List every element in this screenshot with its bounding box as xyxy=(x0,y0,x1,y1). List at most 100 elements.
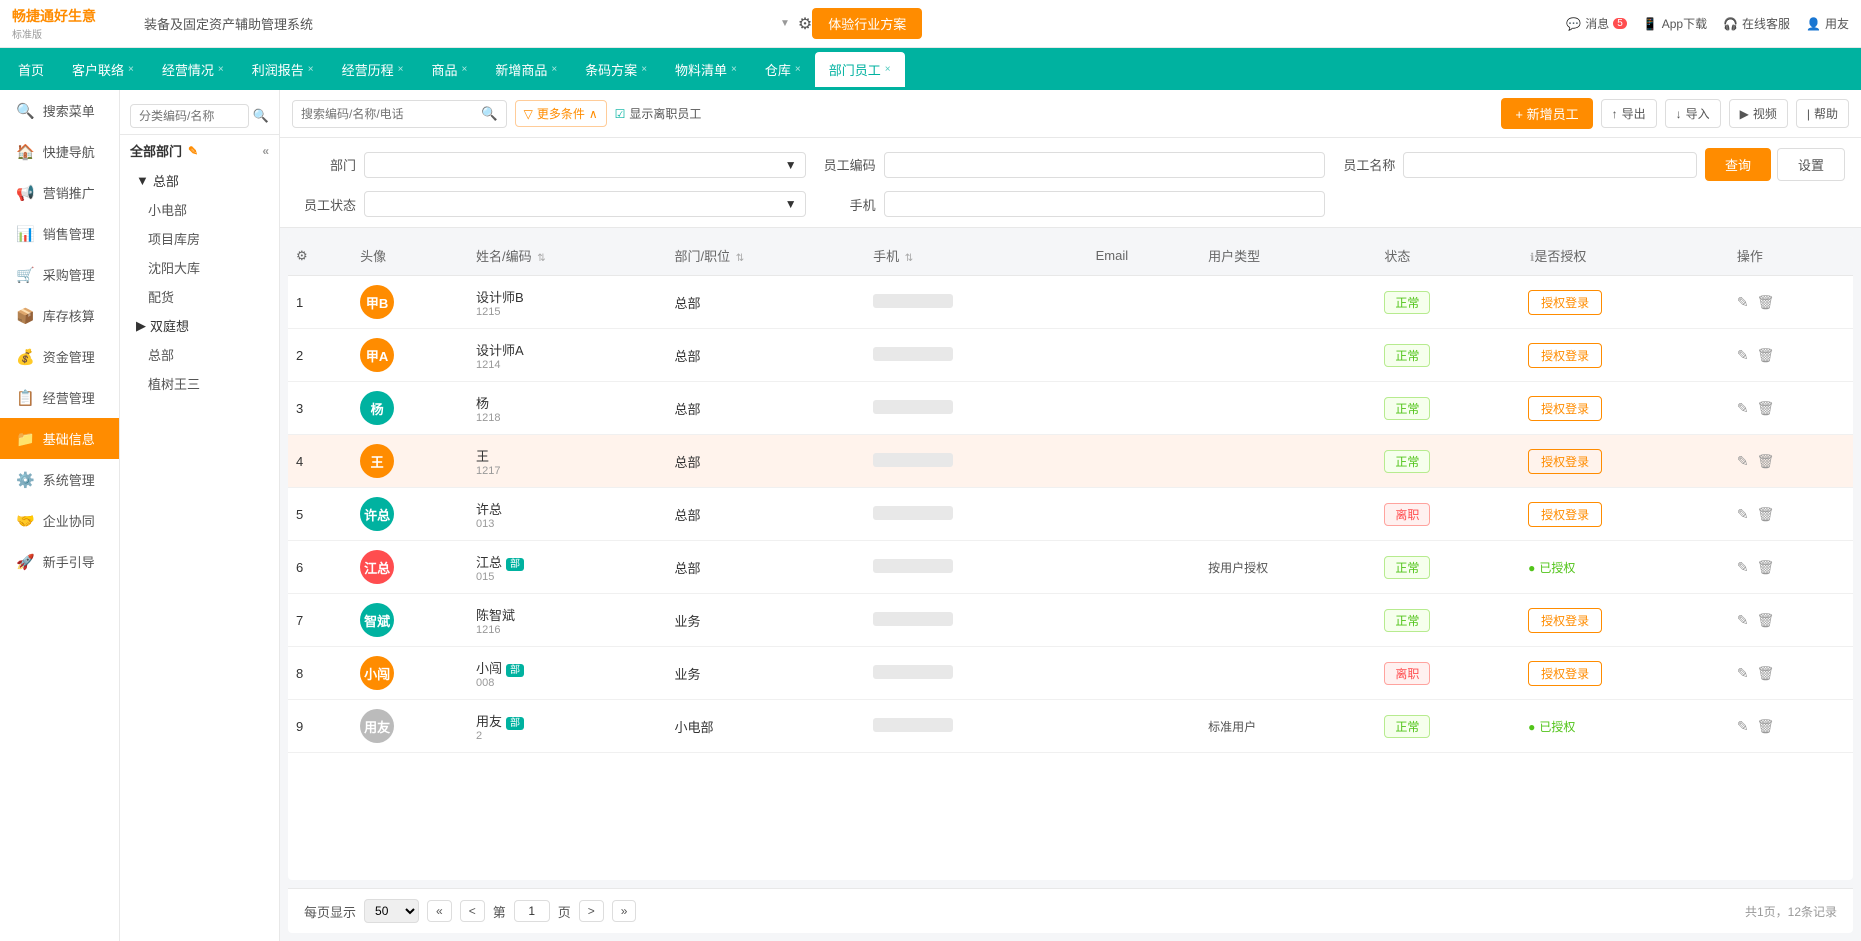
delete-button[interactable]: 🗑 xyxy=(1757,559,1775,576)
tab-operation[interactable]: 经营情况 × xyxy=(148,52,238,87)
tab-history[interactable]: 经营历程 × xyxy=(328,52,418,87)
close-tab-profit[interactable]: × xyxy=(308,64,314,75)
auth-login-button[interactable]: 授权登录 xyxy=(1528,502,1602,527)
tab-profit[interactable]: 利润报告 × xyxy=(238,52,328,87)
edit-button[interactable]: ✎ xyxy=(1737,453,1749,470)
delete-button[interactable]: 🗑 xyxy=(1757,347,1775,364)
sidebar-item-finance[interactable]: 💰 资金管理 xyxy=(0,336,119,377)
filter-name-input[interactable] xyxy=(1403,152,1697,178)
auth-login-button[interactable]: 授权登录 xyxy=(1528,343,1602,368)
sidebar-item-system[interactable]: ⚙️ 系统管理 xyxy=(0,459,119,500)
app-download-action[interactable]: 📱 App下载 xyxy=(1643,15,1707,32)
delete-button[interactable]: 🗑 xyxy=(1757,665,1775,682)
delete-button[interactable]: 🗑 xyxy=(1757,400,1775,417)
filter-phone-input[interactable] xyxy=(884,191,1326,217)
sidebar-item-search[interactable]: 🔍 搜索菜单 xyxy=(0,90,119,131)
delete-button[interactable]: 🗑 xyxy=(1757,453,1775,470)
filter-dept-select[interactable]: ▼ xyxy=(364,152,806,178)
tab-customer[interactable]: 客户联络 × xyxy=(58,52,148,87)
edit-button[interactable]: ✎ xyxy=(1737,294,1749,311)
edit-button[interactable]: ✎ xyxy=(1737,665,1749,682)
settings-button[interactable]: ⚙ xyxy=(798,14,812,34)
auth-login-button[interactable]: 授权登录 xyxy=(1528,290,1602,315)
close-tab-history[interactable]: × xyxy=(398,64,404,75)
tab-warehouse[interactable]: 仓库 × xyxy=(751,52,815,87)
sidebar-item-marketing[interactable]: 📢 营销推广 xyxy=(0,172,119,213)
th-dept-position[interactable]: 部门/职位 ⇅ xyxy=(667,236,866,276)
user-action[interactable]: 👤 用友 xyxy=(1806,15,1849,32)
auth-login-button[interactable]: 授权登录 xyxy=(1528,608,1602,633)
close-tab-dept[interactable]: × xyxy=(885,64,891,75)
show-former-toggle[interactable]: ☑ 显示离职员工 xyxy=(615,105,702,122)
dept-item-zongbu[interactable]: 总部 xyxy=(128,340,279,369)
tab-new-goods[interactable]: 新增商品 × xyxy=(481,52,571,87)
export-button[interactable]: ↑ 导出 xyxy=(1601,99,1657,128)
dept-collapse-icon[interactable]: « xyxy=(262,144,269,158)
filter-code-input[interactable] xyxy=(884,152,1326,178)
edit-button[interactable]: ✎ xyxy=(1737,347,1749,364)
employee-search-input[interactable] xyxy=(293,102,473,126)
auth-login-button[interactable]: 授权登录 xyxy=(1528,661,1602,686)
dept-search-input[interactable] xyxy=(130,104,249,128)
sidebar-item-operations[interactable]: 📋 经营管理 xyxy=(0,377,119,418)
tab-home[interactable]: 首页 xyxy=(4,52,58,87)
dept-item-xiaodianbu[interactable]: 小电部 xyxy=(128,195,279,224)
sidebar-item-basic-info[interactable]: 📁 基础信息 xyxy=(0,418,119,459)
help-button[interactable]: | 帮助 xyxy=(1796,99,1849,128)
first-page-button[interactable]: « xyxy=(427,900,452,922)
sidebar-item-quicknav[interactable]: 🏠 快捷导航 xyxy=(0,131,119,172)
set-button[interactable]: 设置 xyxy=(1777,148,1845,181)
sidebar-item-guide[interactable]: 🚀 新手引导 xyxy=(0,541,119,582)
dept-edit-icon[interactable]: ✎ xyxy=(188,144,198,158)
dept-item-shenyang[interactable]: 沈阳大库 xyxy=(128,253,279,282)
close-tab-warehouse[interactable]: × xyxy=(795,64,801,75)
dept-item-project[interactable]: 项目库房 xyxy=(128,224,279,253)
sidebar-item-sales[interactable]: 📊 销售管理 xyxy=(0,213,119,254)
employee-search-button[interactable]: 🔍 xyxy=(473,101,506,127)
auth-login-button[interactable]: 授权登录 xyxy=(1528,396,1602,421)
tab-bom[interactable]: 物料清单 × xyxy=(661,52,751,87)
edit-button[interactable]: ✎ xyxy=(1737,400,1749,417)
delete-button[interactable]: 🗑 xyxy=(1757,718,1775,735)
import-button[interactable]: ↓ 导入 xyxy=(1665,99,1721,128)
close-tab-operation[interactable]: × xyxy=(218,64,224,75)
edit-button[interactable]: ✎ xyxy=(1737,506,1749,523)
online-service-action[interactable]: 🎧 在线客服 xyxy=(1723,15,1790,32)
message-action[interactable]: 💬 消息 5 xyxy=(1566,15,1627,32)
query-button[interactable]: 查询 xyxy=(1705,148,1771,181)
prev-page-button[interactable]: < xyxy=(460,900,485,922)
close-tab-barcode[interactable]: × xyxy=(641,64,647,75)
sidebar-item-inventory[interactable]: 📦 库存核算 xyxy=(0,295,119,336)
sidebar-item-collab[interactable]: 🤝 企业协同 xyxy=(0,500,119,541)
close-tab-new-goods[interactable]: × xyxy=(551,64,557,75)
dept-item-peihuo[interactable]: 配货 xyxy=(128,282,279,311)
last-page-button[interactable]: » xyxy=(612,900,637,922)
try-industry-button[interactable]: 体验行业方案 xyxy=(812,8,922,39)
close-tab-goods[interactable]: × xyxy=(461,64,467,75)
tab-barcode[interactable]: 条码方案 × xyxy=(571,52,661,87)
page-size-select[interactable]: 50 20 100 xyxy=(364,899,419,923)
filter-status-select[interactable]: ▼ xyxy=(364,191,806,217)
add-employee-button[interactable]: + 新增员工 xyxy=(1501,98,1592,129)
edit-button[interactable]: ✎ xyxy=(1737,612,1749,629)
close-tab-customer[interactable]: × xyxy=(128,64,134,75)
close-tab-bom[interactable]: × xyxy=(731,64,737,75)
dept-item-zhishu[interactable]: 植树王三 xyxy=(128,369,279,398)
delete-button[interactable]: 🗑 xyxy=(1757,506,1775,523)
edit-button[interactable]: ✎ xyxy=(1737,559,1749,576)
dept-group-title-head[interactable]: ▼ 总部 xyxy=(128,166,279,195)
tab-dept-employee[interactable]: 部门员工 × xyxy=(815,52,905,87)
delete-button[interactable]: 🗑 xyxy=(1757,612,1775,629)
dept-search-icon[interactable]: 🔍 xyxy=(253,108,269,124)
more-filter-button[interactable]: ▽ 更多条件 ∧ xyxy=(515,100,607,127)
dept-group-shuangting[interactable]: ▶ 双庭想 xyxy=(128,311,279,340)
th-settings[interactable]: ⚙ xyxy=(288,236,352,276)
auth-login-button[interactable]: 授权登录 xyxy=(1528,449,1602,474)
next-page-button[interactable]: > xyxy=(579,900,604,922)
tab-goods[interactable]: 商品 × xyxy=(417,52,481,87)
th-name-code[interactable]: 姓名/编码 ⇅ xyxy=(468,236,667,276)
view-button[interactable]: ▶ 视频 xyxy=(1729,99,1788,128)
th-phone[interactable]: 手机 ⇅ xyxy=(865,236,1088,276)
sidebar-item-purchase[interactable]: 🛒 采购管理 xyxy=(0,254,119,295)
edit-button[interactable]: ✎ xyxy=(1737,718,1749,735)
